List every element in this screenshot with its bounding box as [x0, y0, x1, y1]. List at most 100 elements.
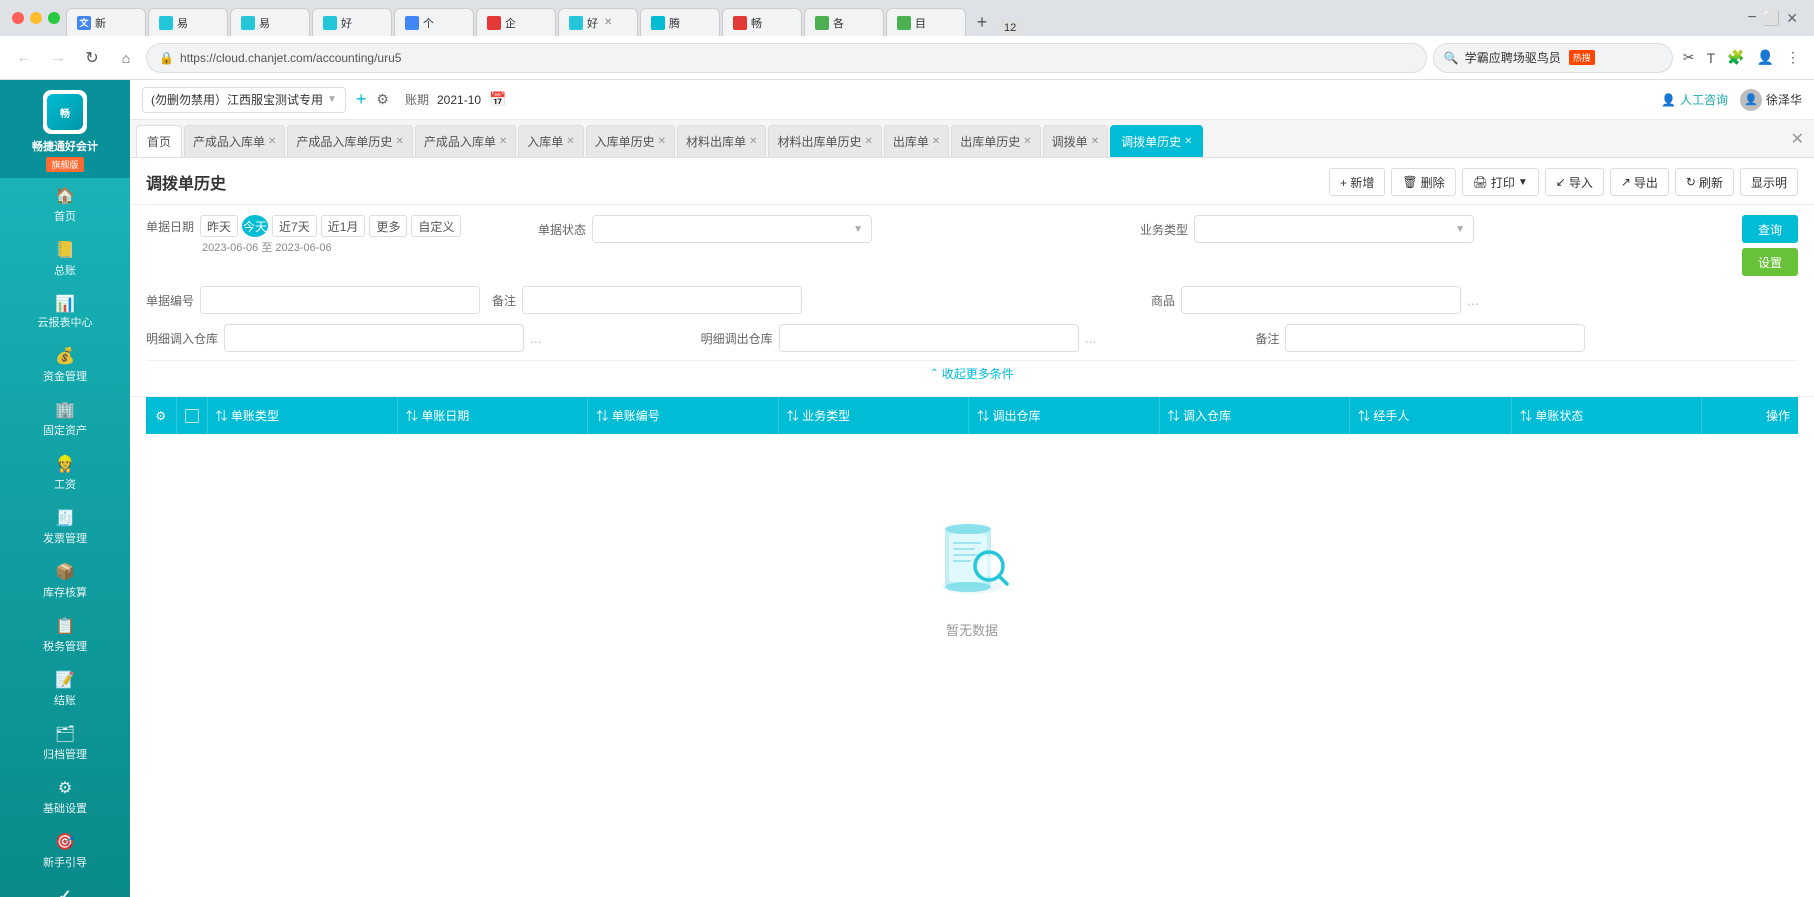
tab-close-t3[interactable]: ✕ — [499, 136, 507, 147]
tab-close-t8[interactable]: ✕ — [932, 136, 940, 147]
sidebar-item-capital[interactable]: 💰 资金管理 — [0, 338, 130, 392]
home-nav-btn[interactable]: ⌂ — [112, 44, 140, 72]
doc-number-input[interactable] — [200, 286, 480, 314]
tab-t7[interactable]: 材料出库单历史 ✕ — [768, 125, 881, 157]
show-cols-btn[interactable]: 显示明 — [1740, 168, 1798, 196]
tab-t10[interactable]: 调拨单 ✕ — [1043, 125, 1108, 157]
tab-t8[interactable]: 出库单 ✕ — [884, 125, 949, 157]
sidebar-item-archive[interactable]: 🗂 归档管理 — [0, 716, 130, 770]
forward-btn[interactable]: → — [44, 44, 72, 72]
col-business-type-header[interactable]: ⇅ 业务类型 — [778, 397, 968, 434]
reload-btn[interactable]: ↻ — [78, 44, 106, 72]
company-selector[interactable]: (勿删勿禁用）江西服宝测试专用 ▼ — [142, 87, 346, 113]
sidebar-item-reports[interactable]: 📊 云报表中心 — [0, 286, 130, 338]
browser-tab-10[interactable]: 各 — [804, 8, 884, 36]
account-icon[interactable]: 👤 — [1753, 45, 1778, 70]
col-out-warehouse-header[interactable]: ⇅ 调出仓库 — [969, 397, 1159, 434]
tab-close-t10[interactable]: ✕ — [1091, 136, 1099, 147]
new-tab-btn[interactable]: + — [968, 8, 996, 36]
browser-tab-5[interactable]: 个 — [394, 8, 474, 36]
browser-tab-8[interactable]: 腾 — [640, 8, 720, 36]
detail-in-ellipsis-btn[interactable]: ... — [530, 330, 542, 346]
export-btn[interactable]: ↗ 导出 — [1610, 168, 1669, 196]
calendar-icon[interactable]: 📅 — [489, 91, 506, 108]
status-select[interactable]: ▼ — [592, 215, 872, 243]
col-checkbox-header[interactable] — [176, 397, 207, 434]
tab-close-t1[interactable]: ✕ — [268, 136, 276, 147]
sidebar-item-home[interactable]: 🏠 首页 — [0, 178, 130, 232]
tab-close-7[interactable]: ✕ — [604, 17, 612, 28]
col-doc-status-header[interactable]: ⇅ 单账状态 — [1512, 397, 1702, 434]
service-btn[interactable]: 👤 人工咨询 — [1661, 91, 1728, 108]
sidebar-item-inventory[interactable]: 📦 库存核算 — [0, 554, 130, 608]
header-checkbox[interactable] — [185, 409, 199, 423]
delete-btn[interactable]: 🗑 删除 — [1391, 168, 1455, 196]
browser-tab-3[interactable]: 易 — [230, 8, 310, 36]
back-btn[interactable]: ← — [10, 44, 38, 72]
goods-input[interactable] — [1181, 286, 1461, 314]
col-in-warehouse-header[interactable]: ⇅ 调入仓库 — [1159, 397, 1349, 434]
close-window-btn[interactable]: ✕ — [1786, 10, 1798, 27]
scissors-icon[interactable]: ✂ — [1679, 45, 1699, 70]
tab-t3[interactable]: 产成品入库单 ✕ — [415, 125, 516, 157]
date-week-btn[interactable]: 近7天 — [272, 215, 317, 237]
menu-icon[interactable]: ⋮ — [1782, 45, 1804, 70]
tab-t1[interactable]: 产成品入库单 ✕ — [184, 125, 285, 157]
extensions-icon[interactable]: 🧩 — [1723, 45, 1748, 70]
browser-tab-1[interactable]: 文 新 — [66, 8, 146, 36]
sidebar-item-member[interactable]: ✓ 畅会员 — [0, 878, 130, 897]
sidebar-item-tax[interactable]: 📋 税务管理 — [0, 608, 130, 662]
sidebar-item-settle[interactable]: 📝 结账 — [0, 662, 130, 716]
date-yesterday-btn[interactable]: 昨天 — [200, 215, 238, 237]
tab-close-t11[interactable]: ✕ — [1184, 136, 1192, 147]
close-all-tabs-btn[interactable]: ✕ — [1787, 125, 1808, 153]
refresh-btn[interactable]: ↻ 刷新 — [1675, 168, 1734, 196]
tab-t5[interactable]: 入库单历史 ✕ — [586, 125, 675, 157]
tab-close-t5[interactable]: ✕ — [658, 136, 666, 147]
translate-icon[interactable]: T — [1703, 46, 1720, 70]
tab-close-t2[interactable]: ✕ — [395, 136, 403, 147]
browser-tab-6[interactable]: 企 — [476, 8, 556, 36]
import-btn[interactable]: ↙ 导入 — [1545, 168, 1604, 196]
col-settings-header[interactable]: ⚙ — [146, 397, 176, 434]
col-doc-date-header[interactable]: ⇅ 单账日期 — [397, 397, 587, 434]
query-btn[interactable]: 查询 — [1742, 215, 1798, 243]
date-month-btn[interactable]: 近1月 — [321, 215, 366, 237]
date-today-btn[interactable]: 今天 — [242, 215, 268, 237]
sidebar-item-invoice[interactable]: 🧾 发票管理 — [0, 500, 130, 554]
business-type-select[interactable]: ▼ — [1194, 215, 1474, 243]
new-btn[interactable]: + 新增 — [1329, 168, 1385, 196]
col-doc-type-header[interactable]: ⇅ 单账类型 — [207, 397, 397, 434]
browser-tab-2[interactable]: 易 — [148, 8, 228, 36]
detail-out-ellipsis-btn[interactable]: ... — [1085, 330, 1097, 346]
tab-t6[interactable]: 材料出库单 ✕ — [677, 125, 766, 157]
period-value[interactable]: 2021-10 — [437, 93, 481, 107]
maximize-btn[interactable]: ⬜ — [1763, 10, 1780, 27]
browser-tab-7[interactable]: 好 ✕ — [558, 8, 638, 36]
col-doc-number-header[interactable]: ⇅ 单账编号 — [588, 397, 778, 434]
note-input[interactable] — [1285, 324, 1585, 352]
tab-close-t4[interactable]: ✕ — [566, 136, 574, 147]
detail-in-input[interactable] — [224, 324, 524, 352]
browser-search-bar[interactable]: 🔍 学霸应聘场驱鸟员 热搜 — [1433, 43, 1673, 73]
date-custom-btn[interactable]: 自定义 — [411, 215, 461, 237]
company-settings-icon[interactable]: ⚙ — [376, 91, 389, 108]
collapse-btn[interactable]: ⌃ 收起更多条件 — [930, 365, 1013, 382]
tab-close-t9[interactable]: ✕ — [1023, 136, 1031, 147]
browser-tab-11[interactable]: 目 — [886, 8, 966, 36]
tab-close-t7[interactable]: ✕ — [864, 136, 872, 147]
col-handler-header[interactable]: ⇅ 经手人 — [1350, 397, 1512, 434]
tab-close-t6[interactable]: ✕ — [749, 136, 757, 147]
minimize-btn[interactable]: − — [1747, 9, 1756, 27]
sidebar-item-ledger[interactable]: 📒 总账 — [0, 232, 130, 286]
browser-tab-9[interactable]: 畅 — [722, 8, 802, 36]
settings-filter-btn[interactable]: 设置 — [1742, 248, 1798, 276]
detail-out-input[interactable] — [779, 324, 1079, 352]
tab-t11-active[interactable]: 调拨单历史 ✕ — [1110, 125, 1203, 157]
sidebar-item-assets[interactable]: 🏢 固定资产 — [0, 392, 130, 446]
remark-input[interactable] — [522, 286, 802, 314]
tab-t9[interactable]: 出库单历史 ✕ — [951, 125, 1040, 157]
address-bar[interactable]: 🔒 https://cloud.chanjet.com/accounting/u… — [146, 43, 1427, 73]
sidebar-item-guide[interactable]: 🎯 新手引导 — [0, 824, 130, 878]
tab-t4[interactable]: 入库单 ✕ — [518, 125, 583, 157]
